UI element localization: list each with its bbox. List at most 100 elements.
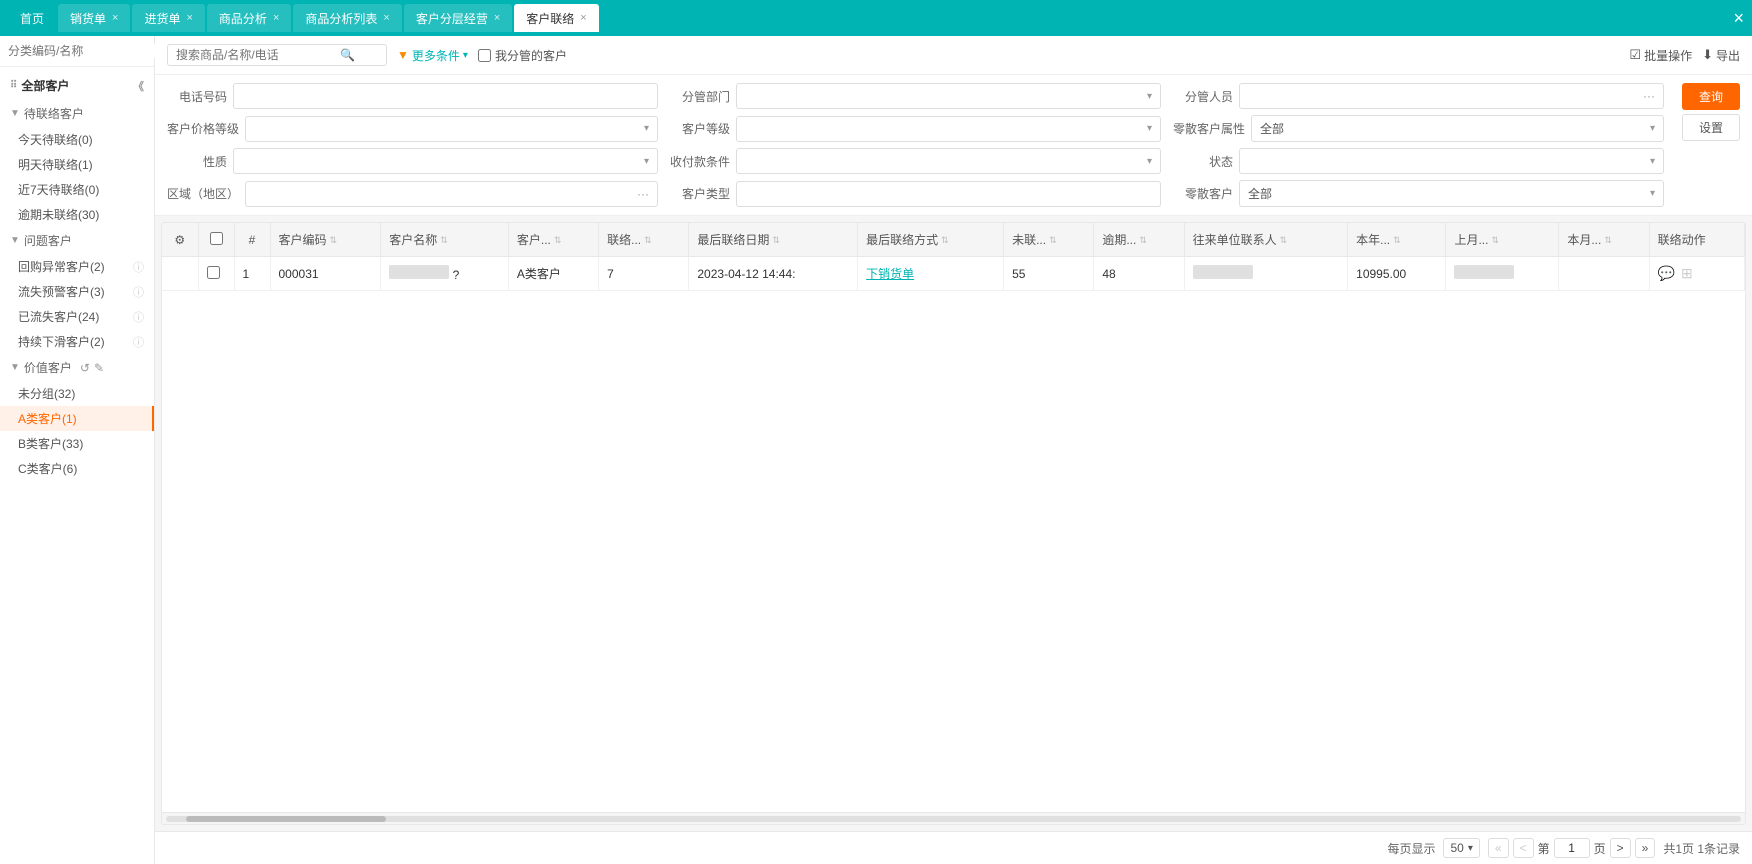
sidebar-item-today[interactable]: 今天待联络(0) bbox=[0, 127, 154, 152]
close-sales-icon[interactable]: × bbox=[112, 12, 118, 24]
sidebar-content: ⠿ 全部客户 《 ▼ 待联络客户 今天待联络(0) 明天待联络(1) 近7天待联… bbox=[0, 67, 154, 864]
tab-analysis[interactable]: 商品分析 × bbox=[207, 4, 291, 32]
customer-type-input[interactable] bbox=[736, 181, 1161, 207]
customer-level-chevron-icon: ▾ bbox=[1147, 123, 1152, 134]
status-select[interactable]: ▾ bbox=[1239, 148, 1664, 174]
price-level-select[interactable]: ▾ bbox=[245, 116, 658, 142]
sort-method-icon[interactable]: ⇅ bbox=[941, 235, 949, 245]
edit-value-icon[interactable]: ✎ bbox=[94, 361, 104, 375]
refresh-value-icon[interactable]: ↺ bbox=[80, 361, 90, 375]
sort-overdue-icon[interactable]: ⇅ bbox=[1139, 235, 1147, 245]
table-scroll[interactable]: ⚙ # 客户编码⇅ 客户名称⇅ bbox=[162, 223, 1745, 812]
close-customer-contact-icon[interactable]: × bbox=[580, 12, 586, 24]
sidebar-all-customers[interactable]: ⠿ 全部客户 《 bbox=[0, 71, 154, 100]
last-page-button[interactable]: » bbox=[1635, 838, 1656, 858]
th-overdue: 逾期...⇅ bbox=[1094, 223, 1184, 257]
sort-lastmonth-icon[interactable]: ⇅ bbox=[1491, 235, 1499, 245]
tab-analysis-list[interactable]: 商品分析列表 × bbox=[293, 4, 401, 32]
sidebar-item-c-class[interactable]: C类客户(6) bbox=[0, 456, 154, 481]
select-all-checkbox[interactable] bbox=[210, 232, 223, 245]
sidebar-item-churn-warning[interactable]: 流失预警客户(3) ⓘ bbox=[0, 279, 154, 304]
tab-customer-contact[interactable]: 客户联络 × bbox=[514, 4, 598, 32]
close-analysis-icon[interactable]: × bbox=[273, 12, 279, 24]
chevron-down-icon: ▾ bbox=[463, 50, 468, 61]
region-select[interactable]: ··· bbox=[245, 181, 658, 207]
page-input[interactable] bbox=[1554, 838, 1590, 858]
prev-page-button[interactable]: < bbox=[1513, 838, 1534, 858]
export-button[interactable]: ⬇ 导出 bbox=[1702, 47, 1740, 64]
sidebar-item-lost[interactable]: 已流失客户(24) ⓘ bbox=[0, 304, 154, 329]
search-input[interactable] bbox=[176, 48, 336, 62]
section-problem-label: 问题客户 bbox=[24, 232, 72, 249]
customer-level-select[interactable]: ▾ bbox=[736, 116, 1161, 142]
section-problem[interactable]: ▼ 问题客户 bbox=[0, 227, 154, 254]
first-page-button[interactable]: « bbox=[1488, 838, 1509, 858]
phone-input[interactable] bbox=[233, 83, 658, 109]
sidebar-item-7days[interactable]: 近7天待联络(0) bbox=[0, 177, 154, 202]
sort-code-icon[interactable]: ⇅ bbox=[330, 235, 338, 245]
close-analysis-list-icon[interactable]: × bbox=[383, 12, 389, 24]
close-purchase-icon[interactable]: × bbox=[186, 12, 192, 24]
page-size-label: 每页显示 bbox=[1387, 840, 1435, 857]
person-dots-icon[interactable]: ··· bbox=[1643, 89, 1655, 103]
sidebar-item-repurchase[interactable]: 回购异常客户(2) ⓘ bbox=[0, 254, 154, 279]
info-repurchase-icon: ⓘ bbox=[133, 259, 144, 275]
dept-select[interactable]: ▾ bbox=[736, 83, 1161, 109]
region-dots-icon[interactable]: ··· bbox=[637, 187, 649, 201]
field-retail: 零散客户 全部 ▾ bbox=[1173, 180, 1664, 207]
tab-home[interactable]: 首页 bbox=[8, 4, 56, 32]
page-size-value: 50 bbox=[1450, 841, 1463, 855]
nature-select[interactable]: ▾ bbox=[233, 148, 658, 174]
search-icon[interactable]: 🔍 bbox=[340, 48, 355, 62]
sidebar-item-overdue[interactable]: 逾期未联络(30) bbox=[0, 202, 154, 227]
sidebar-item-declining[interactable]: 持续下滑客户(2) ⓘ bbox=[0, 329, 154, 354]
arrow-problem-icon: ▼ bbox=[10, 235, 20, 246]
field-price-level: 客户价格等级 ▾ bbox=[167, 116, 658, 142]
cell-code: 000031 bbox=[270, 257, 381, 291]
tab-customer-layer[interactable]: 客户分层经营 × bbox=[404, 4, 512, 32]
sidebar-search-input[interactable] bbox=[8, 44, 163, 58]
customer-type-label: 客户类型 bbox=[670, 185, 730, 202]
setting-button[interactable]: 设置 bbox=[1682, 114, 1740, 141]
close-all-button[interactable]: × bbox=[1733, 8, 1744, 29]
payment-select[interactable]: ▾ bbox=[736, 148, 1161, 174]
sort-uncontacted-icon[interactable]: ⇅ bbox=[1049, 235, 1057, 245]
sort-person-icon[interactable]: ⇅ bbox=[1280, 235, 1288, 245]
query-button[interactable]: 查询 bbox=[1682, 83, 1740, 110]
th-last-date: 最后联络日期⇅ bbox=[689, 223, 858, 257]
section-pending[interactable]: ▼ 待联络客户 bbox=[0, 100, 154, 127]
chat-icon[interactable]: 💬 bbox=[1658, 265, 1675, 282]
page-nav: « < 第 页 > » bbox=[1488, 838, 1655, 858]
sort-date-icon[interactable]: ⇅ bbox=[772, 235, 780, 245]
retail-attr-select[interactable]: 全部 ▾ bbox=[1251, 115, 1664, 142]
sort-name-icon[interactable]: ⇅ bbox=[440, 235, 448, 245]
section-value[interactable]: ▼ 价值客户 ↺ ✎ bbox=[0, 354, 154, 381]
sort-contact-icon[interactable]: ⇅ bbox=[644, 235, 652, 245]
page-size-select[interactable]: 50 ▾ bbox=[1443, 838, 1479, 858]
row-checkbox[interactable] bbox=[207, 266, 220, 279]
tab-sales[interactable]: 销货单 × bbox=[58, 4, 130, 32]
person-select[interactable]: ··· bbox=[1239, 83, 1664, 109]
sidebar-item-tomorrow[interactable]: 明天待联络(1) bbox=[0, 152, 154, 177]
collapse-icon[interactable]: 《 bbox=[133, 78, 144, 94]
sort-thisyear-icon[interactable]: ⇅ bbox=[1393, 235, 1401, 245]
my-customers-checkbox[interactable] bbox=[478, 49, 491, 62]
tab-purchase[interactable]: 进货单 × bbox=[132, 4, 204, 32]
field-customer-type: 客户类型 bbox=[670, 181, 1161, 207]
batch-op-button[interactable]: ☑ 批量操作 bbox=[1629, 47, 1692, 64]
sidebar-item-a-class[interactable]: A类客户(1) bbox=[0, 406, 154, 431]
sidebar-item-b-class[interactable]: B类客户(33) bbox=[0, 431, 154, 456]
th-gear[interactable]: ⚙ bbox=[162, 223, 198, 257]
sort-thismonth-icon[interactable]: ⇅ bbox=[1604, 235, 1612, 245]
gear-icon[interactable]: ⚙ bbox=[174, 233, 185, 247]
next-page-button[interactable]: > bbox=[1610, 838, 1631, 858]
qr-icon[interactable]: ⊞ bbox=[1681, 265, 1693, 282]
sort-type-icon[interactable]: ⇅ bbox=[554, 235, 562, 245]
sidebar-item-ungroup[interactable]: 未分组(32) bbox=[0, 381, 154, 406]
retail-select[interactable]: 全部 ▾ bbox=[1239, 180, 1664, 207]
cell-person bbox=[1184, 257, 1348, 291]
close-customer-layer-icon[interactable]: × bbox=[494, 12, 500, 24]
more-conditions-button[interactable]: ▼ 更多条件 ▾ bbox=[397, 47, 468, 64]
last-method-link[interactable]: 下销货单 bbox=[866, 267, 914, 281]
scrollbar-thumb[interactable] bbox=[186, 816, 386, 822]
